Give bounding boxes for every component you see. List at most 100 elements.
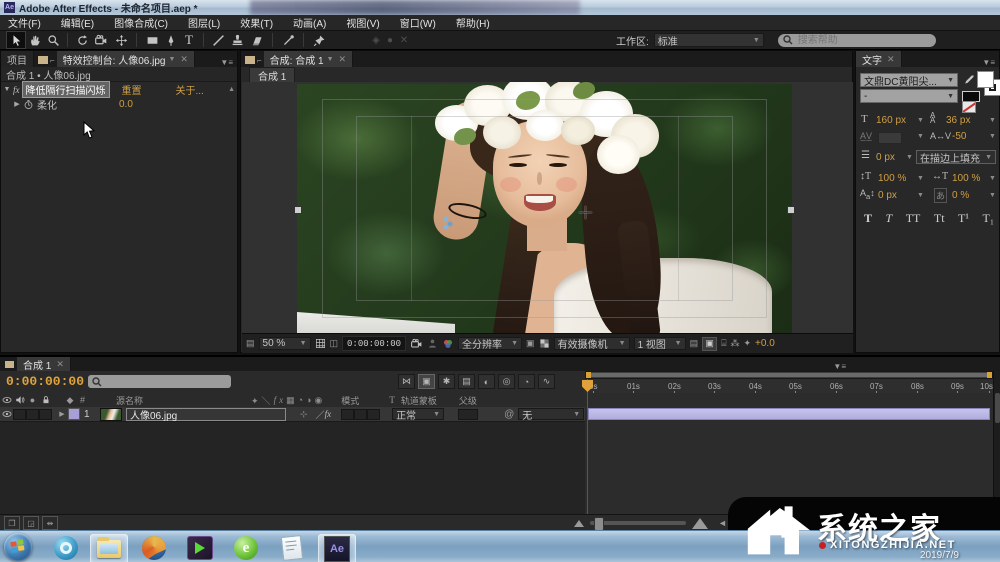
clone-stamp-tool[interactable] (227, 32, 247, 48)
timeline-scrollbar[interactable] (993, 371, 1000, 514)
after-effects-taskbar-icon[interactable]: Ae (318, 534, 356, 562)
font-family-dropdown[interactable]: 文鼎DC黄阳尖...▼ (860, 73, 958, 87)
anchor-point-crosshair[interactable] (579, 206, 592, 219)
layer-parent-dropdown[interactable]: 无▼ (518, 408, 584, 420)
workspace-dropdown[interactable]: 标准▼ (654, 33, 764, 47)
timeline-zoom-slider[interactable] (590, 521, 686, 525)
menu-layer[interactable]: 图层(L) (188, 15, 220, 30)
layer-switch-cell[interactable] (354, 409, 367, 420)
frame-blend-icon[interactable]: ▤ (458, 374, 475, 389)
tab-close-icon[interactable]: ✕ (887, 54, 895, 65)
tab-close-icon[interactable]: ✕ (180, 54, 188, 65)
tab-composition[interactable]: 合成: 合成 1 ▼ ✕ (264, 51, 353, 67)
vertical-scale-value[interactable]: 100 % (878, 173, 906, 184)
tab-character[interactable]: 文字 ✕ (856, 51, 902, 67)
effect-header-row[interactable]: ▼ fx 降低隔行扫描闪烁 重置 关于... ▲ (1, 82, 237, 97)
tab-effect-controls[interactable]: 特效控制台: 人像06.jpg ▼ ✕ (57, 51, 195, 67)
titlebar[interactable]: Ae Adobe After Effects - 未命名项目.aep * (0, 0, 1000, 15)
time-ruler[interactable]: 0s 01s 02s 03s 04s 05s 06s 07s 08s 09s 1… (585, 379, 993, 394)
layer-label-color[interactable] (68, 408, 80, 420)
menu-composition[interactable]: 图像合成(C) (114, 15, 168, 30)
panel-menu-icon[interactable]: ▼≡ (978, 58, 999, 67)
kerning-dropdown-icon[interactable]: ▼ (917, 133, 924, 140)
transparency-grid-icon[interactable] (539, 338, 550, 349)
viewer-menu-icon[interactable]: ▤ (246, 338, 255, 349)
brush-tool[interactable] (209, 32, 227, 48)
fast-preview-icon[interactable]: ▣ (702, 337, 717, 351)
comp-name-tab[interactable]: 合成 1 (249, 67, 295, 83)
panel-menu-icon[interactable]: ▼≡ (829, 362, 850, 371)
mode-column[interactable]: 模式 (341, 394, 359, 407)
tab-dropdown-icon[interactable]: ▼ (168, 56, 175, 63)
superscript-icon[interactable]: T¹ (958, 211, 969, 226)
brainstorm-icon[interactable]: ◎ (498, 374, 515, 389)
eraser-tool[interactable] (247, 32, 267, 48)
tab-close-icon[interactable]: ✕ (56, 359, 64, 370)
resolution-dropdown[interactable]: 全分辨率▼ (458, 337, 522, 350)
timeline-search-input[interactable] (102, 375, 216, 388)
grid-icon[interactable] (315, 338, 326, 349)
comp-button-icon[interactable]: ◄ (718, 518, 727, 528)
layer-quality-icon[interactable]: ⊹ (300, 409, 308, 420)
rotation-tool[interactable] (73, 32, 91, 48)
track-area[interactable] (585, 393, 993, 514)
source-name-column[interactable]: 源名称 (116, 394, 143, 407)
channels-icon[interactable] (442, 338, 454, 350)
pen-tool[interactable] (162, 32, 180, 48)
mini-flowchart-icon[interactable]: ⋈ (398, 374, 415, 389)
menu-help[interactable]: 帮助(H) (456, 15, 490, 30)
zoom-in-mountain-icon[interactable] (692, 518, 708, 529)
draft-3d-icon[interactable]: ▣ (418, 374, 435, 389)
tsume-dropdown-icon[interactable]: ▼ (989, 192, 996, 199)
twirl-closed-icon[interactable]: ▶ (11, 100, 23, 108)
pan-behind-tool[interactable] (111, 32, 131, 48)
type-tool[interactable]: T (180, 32, 198, 48)
show-snapshot-icon[interactable] (427, 338, 438, 349)
baseline-shift-value[interactable]: 0 px (878, 190, 897, 201)
subscript-icon[interactable]: T₁ (982, 211, 994, 226)
layer-name-box[interactable]: 人像06.jpg (126, 408, 286, 421)
motion-blur-icon[interactable]: ◐ (478, 374, 495, 389)
font-style-dropdown[interactable]: -▼ (860, 89, 958, 103)
timeline-button-icon[interactable]: ⌸ (721, 338, 726, 349)
camera-tool[interactable] (91, 32, 111, 48)
shy-icon[interactable]: ✱ (438, 374, 455, 389)
menu-edit[interactable]: 编辑(E) (61, 15, 94, 30)
fill-color-swatch[interactable] (977, 71, 994, 88)
tab-timeline-comp[interactable]: 合成 1 ✕ (17, 357, 71, 371)
no-color-swatch[interactable] (962, 101, 976, 113)
effect-about-button[interactable]: 关于... (176, 82, 204, 97)
layer-switch-cell[interactable] (367, 409, 380, 420)
expand-inout-icon[interactable]: ⇹ (42, 516, 58, 530)
leading-value[interactable]: 36 px (946, 115, 970, 126)
playhead-line[interactable] (587, 379, 588, 514)
tracking-value[interactable]: -50 (952, 131, 966, 142)
stroke-width-value[interactable]: 0 px (876, 152, 895, 163)
faux-italic-icon[interactable]: T (886, 211, 893, 226)
layer-handle-right[interactable] (787, 206, 795, 214)
tab-project[interactable]: 项目 (1, 51, 34, 67)
layer-visibility-icon[interactable] (0, 409, 13, 419)
expand-layer-switches-icon[interactable]: ❐ (4, 516, 20, 530)
effect-name[interactable]: 降低隔行扫描闪烁 (22, 81, 110, 98)
leading-dropdown-icon[interactable]: ▼ (989, 117, 996, 124)
expand-transfer-icon[interactable]: ◲ (23, 516, 39, 530)
horizontal-scale-value[interactable]: 100 % (952, 173, 980, 184)
notepad-taskbar-icon[interactable] (274, 534, 310, 562)
puppet-pin-tool[interactable] (309, 32, 329, 48)
font-size-dropdown-icon[interactable]: ▼ (917, 117, 924, 124)
tab-dropdown-icon[interactable]: ▼ (327, 56, 334, 63)
layer-row[interactable]: ▶ 1 人像06.jpg ⊹ ／fx 正常▼ @ 无▼ (0, 407, 585, 422)
layer-fx-icon[interactable]: ／fx (316, 408, 332, 421)
reset-exposure-icon[interactable]: ✦ (743, 338, 751, 349)
firefox-taskbar-icon[interactable] (136, 534, 172, 562)
param-value[interactable]: 0.0 (119, 99, 133, 110)
menu-file[interactable]: 文件(F) (8, 15, 41, 30)
work-area-bar[interactable] (585, 371, 993, 379)
zoom-slider-handle[interactable] (594, 517, 604, 531)
baseline-shift-dropdown-icon[interactable]: ▼ (917, 192, 924, 199)
layer-trkmat-cell[interactable] (458, 409, 478, 420)
scrollbar-thumb[interactable] (995, 393, 1000, 423)
menu-effect[interactable]: 效果(T) (240, 15, 273, 30)
start-button[interactable] (4, 533, 32, 561)
